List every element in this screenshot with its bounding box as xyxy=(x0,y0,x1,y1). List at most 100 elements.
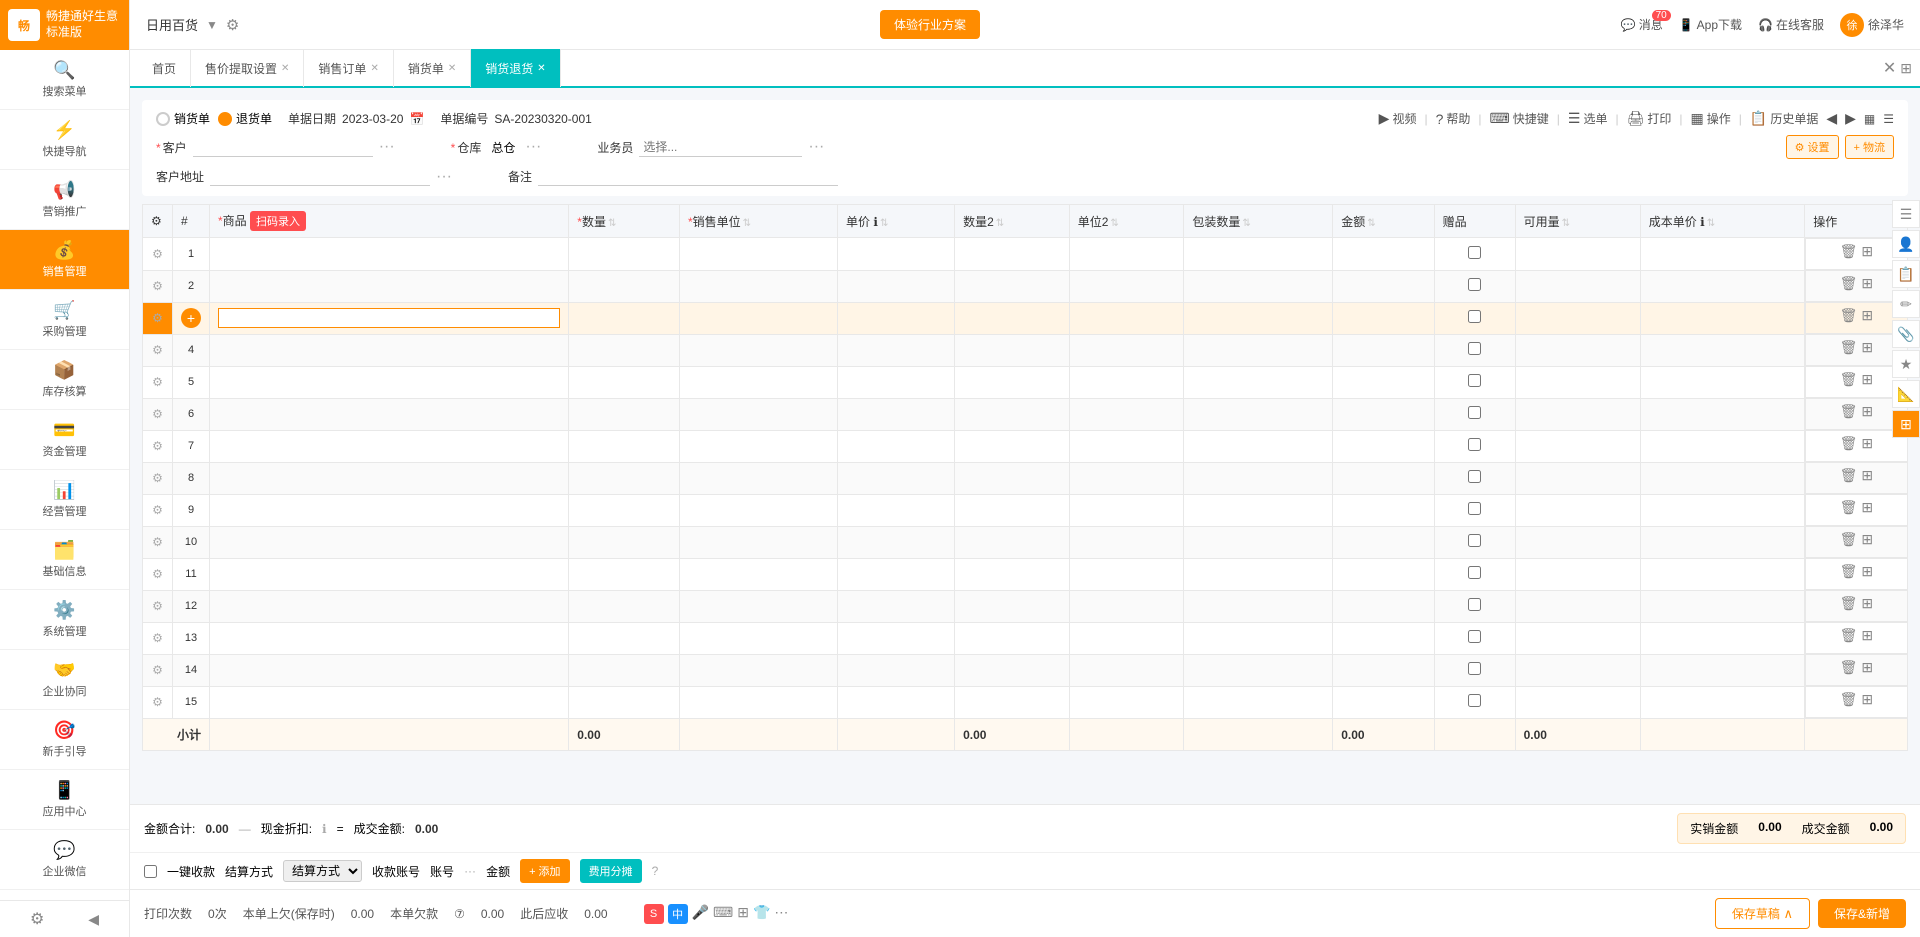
row-product-14[interactable] xyxy=(210,654,569,686)
row-qty2-15[interactable] xyxy=(955,686,1070,719)
row-pkg-qty-5[interactable] xyxy=(1184,366,1333,398)
row-price-3[interactable] xyxy=(838,302,955,334)
row-unit-4[interactable] xyxy=(679,334,837,366)
row-price-5[interactable] xyxy=(838,366,955,398)
tab-window-btn[interactable]: ⊞ xyxy=(1900,60,1912,77)
row-available-14[interactable] xyxy=(1515,654,1640,686)
row-delete-icon-4[interactable]: 🗑 xyxy=(1840,339,1858,361)
row-copy-icon-9[interactable]: ⊞ xyxy=(1861,499,1873,521)
row-product-8[interactable] xyxy=(210,462,569,494)
float-icon-5[interactable]: 📎 xyxy=(1892,320,1920,348)
row-quantity-5[interactable] xyxy=(569,366,680,398)
row-available-13[interactable] xyxy=(1515,622,1640,654)
row-unit-9[interactable] xyxy=(679,494,837,526)
row-copy-icon-15[interactable]: ⊞ xyxy=(1861,691,1873,713)
operate-btn[interactable]: ▦操作 xyxy=(1691,110,1731,127)
row-amount-3[interactable] xyxy=(1333,302,1434,334)
settlement-select[interactable]: 结算方式 xyxy=(283,860,362,882)
video-btn[interactable]: ▶视频 xyxy=(1379,110,1417,127)
row-unit2-4[interactable] xyxy=(1069,334,1184,366)
row-delete-icon-13[interactable]: 🗑 xyxy=(1840,627,1858,649)
row-price-2[interactable] xyxy=(838,270,955,302)
sidebar-item-enterprise[interactable]: 🤝 企业协同 xyxy=(0,650,129,710)
add-payment-btn[interactable]: + 添加 xyxy=(520,859,569,883)
row-cost-price-14[interactable] xyxy=(1640,654,1804,686)
row-copy-icon-4[interactable]: ⊞ xyxy=(1861,339,1873,361)
more-icon[interactable]: ⋯ xyxy=(774,904,788,924)
row-qty2-13[interactable] xyxy=(955,622,1070,654)
row-pkg-qty-6[interactable] xyxy=(1184,398,1333,430)
row-copy-icon-8[interactable]: ⊞ xyxy=(1861,467,1873,489)
row-gear-10[interactable]: ⚙ xyxy=(143,526,173,558)
row-gear-15[interactable]: ⚙ xyxy=(143,686,173,719)
row-pkg-qty-1[interactable] xyxy=(1184,238,1333,271)
gift-checkbox-3[interactable] xyxy=(1468,310,1481,323)
row-gift-4[interactable] xyxy=(1434,334,1515,366)
row-unit2-15[interactable] xyxy=(1069,686,1184,719)
row-gift-8[interactable] xyxy=(1434,462,1515,494)
row-price-7[interactable] xyxy=(838,430,955,462)
row-gift-6[interactable] xyxy=(1434,398,1515,430)
row-amount-5[interactable] xyxy=(1333,366,1434,398)
row-gift-15[interactable] xyxy=(1434,686,1515,719)
row-available-6[interactable] xyxy=(1515,398,1640,430)
row-unit-2[interactable] xyxy=(679,270,837,302)
warehouse-dots-btn[interactable]: ··· xyxy=(525,138,541,156)
row-pkg-qty-10[interactable] xyxy=(1184,526,1333,558)
customer-input[interactable] xyxy=(193,138,373,157)
row-gear-9[interactable]: ⚙ xyxy=(143,494,173,526)
row-cost-price-4[interactable] xyxy=(1640,334,1804,366)
row-quantity-8[interactable] xyxy=(569,462,680,494)
row-copy-icon-14[interactable]: ⊞ xyxy=(1861,659,1873,681)
sidebar-collapse-icon[interactable]: ◀ xyxy=(88,911,99,928)
tab-home[interactable]: 首页 xyxy=(138,49,191,87)
sidebar-item-member[interactable]: 👑 畅会员 xyxy=(0,890,129,900)
row-pkg-qty-14[interactable] xyxy=(1184,654,1333,686)
tab-close-sales-order[interactable]: ✕ xyxy=(370,63,378,74)
row-pkg-qty-9[interactable] xyxy=(1184,494,1333,526)
row-available-15[interactable] xyxy=(1515,686,1640,719)
row-product-2[interactable] xyxy=(210,270,569,302)
row-gear-8[interactable]: ⚙ xyxy=(143,462,173,494)
row-delete-icon-7[interactable]: 🗑 xyxy=(1840,435,1858,457)
row-gift-5[interactable] xyxy=(1434,366,1515,398)
row-qty2-5[interactable] xyxy=(955,366,1070,398)
row-unit2-14[interactable] xyxy=(1069,654,1184,686)
row-gift-9[interactable] xyxy=(1434,494,1515,526)
tab-close-price-setting[interactable]: ✕ xyxy=(281,63,289,74)
row-quantity-12[interactable] xyxy=(569,590,680,622)
float-icon-orange[interactable]: ⊞ xyxy=(1892,410,1920,438)
row-delete-icon-3[interactable]: 🗑 xyxy=(1840,307,1858,329)
sidebar-item-operations[interactable]: 📊 经营管理 xyxy=(0,470,129,530)
user-info[interactable]: 徐 徐泽华 xyxy=(1840,13,1904,37)
message-badge[interactable]: 💬 消息 70 xyxy=(1621,16,1663,33)
row-product-7[interactable] xyxy=(210,430,569,462)
row-delete-icon-10[interactable]: 🗑 xyxy=(1840,531,1858,553)
row-unit2-10[interactable] xyxy=(1069,526,1184,558)
row-cost-price-10[interactable] xyxy=(1640,526,1804,558)
row-available-9[interactable] xyxy=(1515,494,1640,526)
row-qty2-9[interactable] xyxy=(955,494,1070,526)
row-available-11[interactable] xyxy=(1515,558,1640,590)
row-unit2-11[interactable] xyxy=(1069,558,1184,590)
row-amount-9[interactable] xyxy=(1333,494,1434,526)
calendar-icon[interactable]: 📅 xyxy=(409,112,424,126)
row-pkg-qty-8[interactable] xyxy=(1184,462,1333,494)
row-gear-14[interactable]: ⚙ xyxy=(143,654,173,686)
gift-checkbox-6[interactable] xyxy=(1468,406,1481,419)
sidebar-item-purchase[interactable]: 🛒 采购管理 xyxy=(0,290,129,350)
float-icon-3[interactable]: 📋 xyxy=(1892,260,1920,288)
row-gift-12[interactable] xyxy=(1434,590,1515,622)
row-product-5[interactable] xyxy=(210,366,569,398)
experience-btn[interactable]: 体验行业方案 xyxy=(880,10,980,39)
row-cost-price-2[interactable] xyxy=(1640,270,1804,302)
row-unit-1[interactable] xyxy=(679,238,837,271)
row-quantity-9[interactable] xyxy=(569,494,680,526)
row-qty2-12[interactable] xyxy=(955,590,1070,622)
row-available-4[interactable] xyxy=(1515,334,1640,366)
row-copy-icon-10[interactable]: ⊞ xyxy=(1861,531,1873,553)
row-gift-2[interactable] xyxy=(1434,270,1515,302)
save-new-btn[interactable]: 保存&新增 xyxy=(1818,899,1906,928)
row-qty2-2[interactable] xyxy=(955,270,1070,302)
row-product-11[interactable] xyxy=(210,558,569,590)
